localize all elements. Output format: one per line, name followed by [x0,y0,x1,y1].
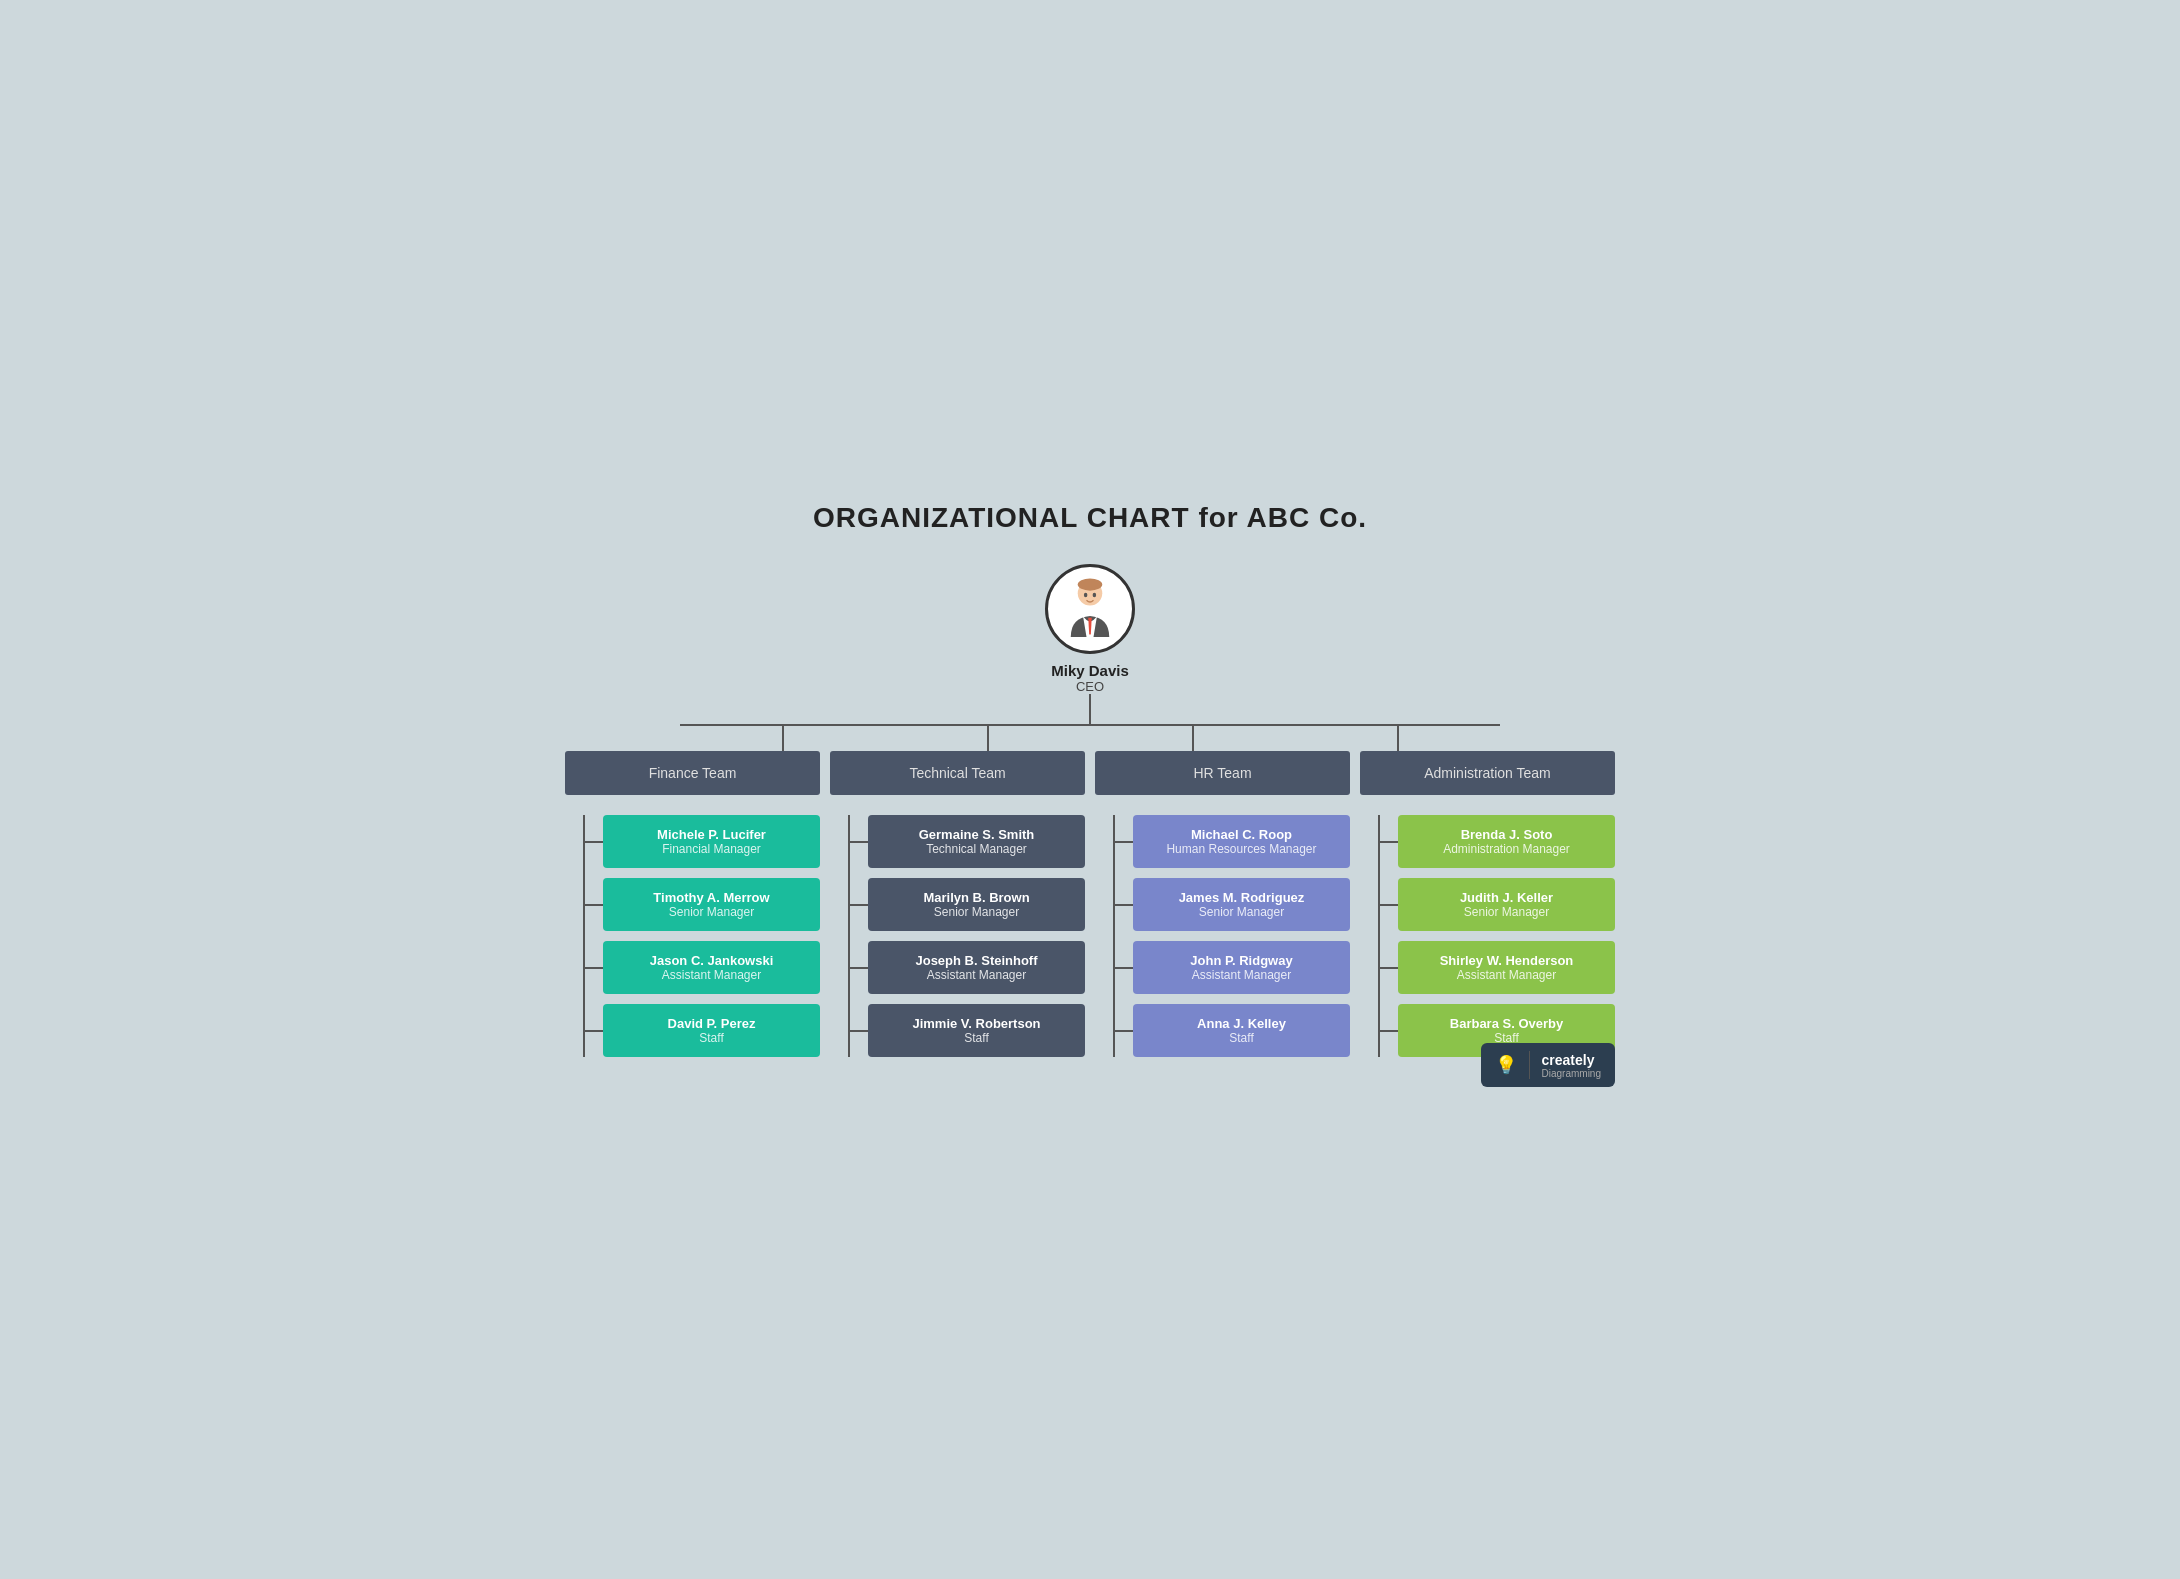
brand-divider [1529,1051,1530,1079]
table-row: James M. Rodriguez Senior Manager [1115,878,1350,931]
chart-container: ORGANIZATIONAL CHART for ABC Co. [545,472,1635,1107]
list-item: Marilyn B. Brown Senior Manager [868,878,1085,931]
list-item: Jimmie V. Robertson Staff [868,1004,1085,1057]
list-item: James M. Rodriguez Senior Manager [1133,878,1350,931]
table-row: Jason C. Jankowski Assistant Manager [585,941,820,994]
table-row: Judith J. Keller Senior Manager [1380,878,1615,931]
list-item: John P. Ridgway Assistant Manager [1133,941,1350,994]
team-down-lines [680,726,1500,751]
list-item: David P. Perez Staff [603,1004,820,1057]
hr-team-column: HR Team Michael C. Roop Human Resources … [1095,751,1350,1057]
list-item: Judith J. Keller Senior Manager [1398,878,1615,931]
list-item: Michael C. Roop Human Resources Manager [1133,815,1350,868]
brand-badge: 💡 creately Diagramming [1481,1043,1615,1087]
list-item: Shirley W. Henderson Assistant Manager [1398,941,1615,994]
hr-members-list: Michael C. Roop Human Resources Manager … [1115,815,1350,1057]
ceo-role: CEO [1076,679,1104,694]
brand-sub: Diagramming [1542,1068,1601,1079]
ceo-section: Miky Davis CEO [565,564,1615,694]
list-item: Timothy A. Merrow Senior Manager [603,878,820,931]
technical-team-column: Technical Team Germaine S. Smith Technic… [830,751,1085,1057]
svg-point-1 [1078,578,1103,590]
brand-name: creately [1542,1052,1601,1068]
technical-team-header: Technical Team [830,751,1085,795]
admin-members-list: Brenda J. Soto Administration Manager Ju… [1380,815,1615,1057]
table-row: David P. Perez Staff [585,1004,820,1057]
list-item: Jason C. Jankowski Assistant Manager [603,941,820,994]
admin-left-line [1360,815,1380,1057]
ceo-down-line [1089,694,1091,724]
technical-members-list: Germaine S. Smith Technical Manager Mari… [850,815,1085,1057]
ceo-avatar [1045,564,1135,654]
list-item: Germaine S. Smith Technical Manager [868,815,1085,868]
finance-left-line [565,815,585,1057]
table-row: Shirley W. Henderson Assistant Manager [1380,941,1615,994]
finance-members-section: Michele P. Lucifer Financial Manager Tim… [565,815,820,1057]
table-row: Germaine S. Smith Technical Manager [850,815,1085,868]
finance-team-header: Finance Team [565,751,820,795]
table-row: John P. Ridgway Assistant Manager [1115,941,1350,994]
technical-members-section: Germaine S. Smith Technical Manager Mari… [830,815,1085,1057]
hr-left-line [1095,815,1115,1057]
admin-team-header: Administration Team [1360,751,1615,795]
teams-row: Finance Team Michele P. Lucifer Financia… [565,751,1615,1057]
hr-team-header: HR Team [1095,751,1350,795]
list-item: Michele P. Lucifer Financial Manager [603,815,820,868]
list-item: Brenda J. Soto Administration Manager [1398,815,1615,868]
table-row: Anna J. Kelley Staff [1115,1004,1350,1057]
chart-title: ORGANIZATIONAL CHART for ABC Co. [565,502,1615,534]
table-row: Michele P. Lucifer Financial Manager [585,815,820,868]
svg-point-2 [1084,593,1088,597]
hr-members-section: Michael C. Roop Human Resources Manager … [1095,815,1350,1057]
table-row: Marilyn B. Brown Senior Manager [850,878,1085,931]
table-row: Joseph B. Steinhoff Assistant Manager [850,941,1085,994]
ceo-name: Miky Davis [1051,662,1129,679]
bulb-icon: 💡 [1495,1054,1517,1076]
table-row: Brenda J. Soto Administration Manager [1380,815,1615,868]
finance-team-column: Finance Team Michele P. Lucifer Financia… [565,751,820,1057]
finance-members-list: Michele P. Lucifer Financial Manager Tim… [585,815,820,1057]
svg-point-3 [1093,593,1097,597]
table-row: Timothy A. Merrow Senior Manager [585,878,820,931]
admin-members-section: Brenda J. Soto Administration Manager Ju… [1360,815,1615,1057]
table-row: Jimmie V. Robertson Staff [850,1004,1085,1057]
technical-left-line [830,815,850,1057]
admin-team-column: Administration Team Brenda J. Soto Admin… [1360,751,1615,1057]
table-row: Michael C. Roop Human Resources Manager [1115,815,1350,868]
list-item: Anna J. Kelley Staff [1133,1004,1350,1057]
list-item: Joseph B. Steinhoff Assistant Manager [868,941,1085,994]
